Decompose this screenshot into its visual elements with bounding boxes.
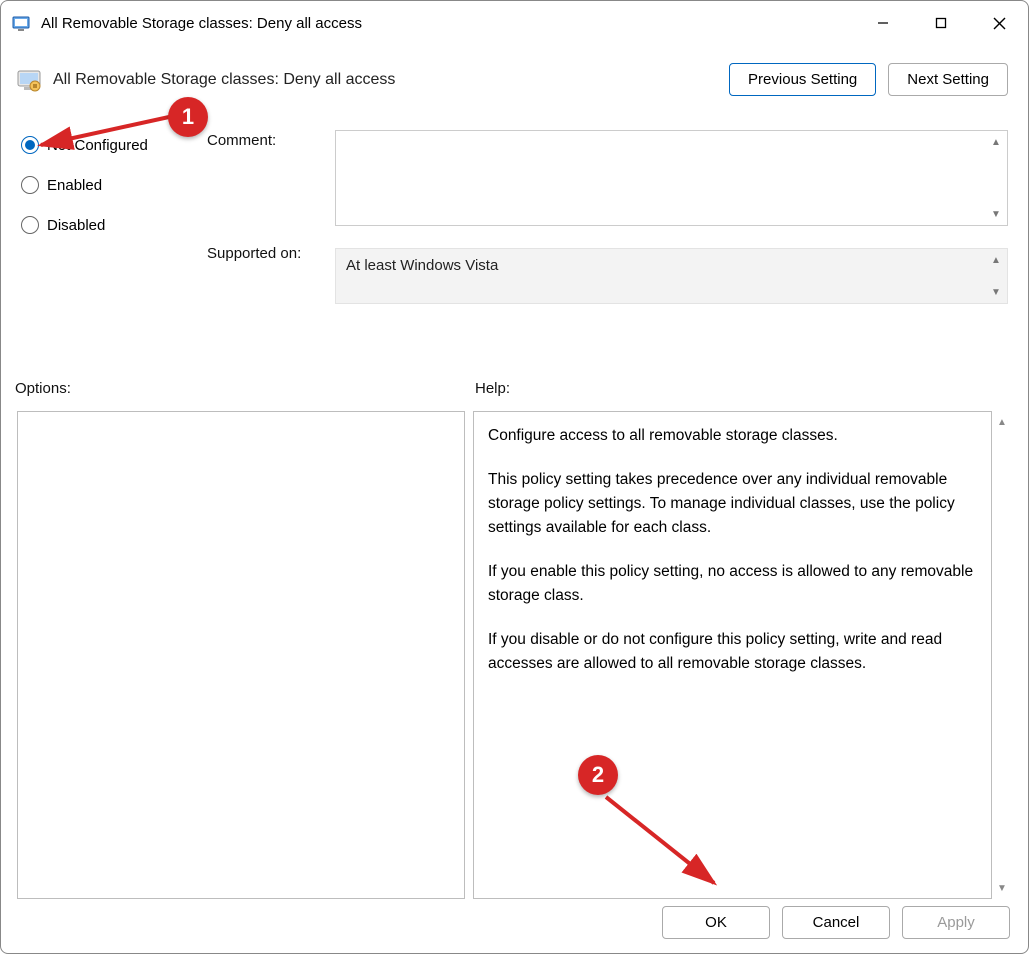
next-setting-button[interactable]: Next Setting [888, 63, 1008, 96]
help-paragraph: If you disable or do not configure this … [488, 628, 977, 676]
header-row: All Removable Storage classes: Deny all … [15, 63, 1014, 96]
annotation-callout-1: 1 [168, 97, 208, 137]
close-button[interactable] [970, 1, 1028, 45]
help-wrap: Configure access to all removable storag… [473, 411, 1012, 899]
apply-button[interactable]: Apply [902, 906, 1010, 939]
supported-on-label: Supported on: [207, 245, 335, 262]
form-fields-column: ▲ ▼ At least Windows Vista ▲ ▼ [335, 130, 1008, 352]
help-scrollbar[interactable]: ▲ ▼ [992, 411, 1012, 899]
radio-dot-icon [21, 216, 39, 234]
scroll-down-icon[interactable]: ▼ [993, 879, 1011, 897]
annotation-callout-2: 2 [578, 755, 618, 795]
scroll-up-icon[interactable]: ▲ [987, 133, 1005, 151]
form-labels-column: Comment: Supported on: [207, 130, 335, 352]
ok-button[interactable]: OK [662, 906, 770, 939]
scroll-down-icon[interactable]: ▼ [987, 205, 1005, 223]
help-panel: Configure access to all removable storag… [473, 411, 992, 899]
help-paragraph: If you enable this policy setting, no ac… [488, 560, 977, 608]
scroll-down-icon[interactable]: ▼ [987, 283, 1005, 301]
dialog-footer: OK Cancel Apply [662, 906, 1010, 939]
options-panel [17, 411, 465, 899]
panels-row: Configure access to all removable storag… [15, 411, 1014, 899]
maximize-button[interactable] [912, 1, 970, 45]
help-paragraph: This policy setting takes precedence ove… [488, 468, 977, 540]
policy-icon [15, 66, 43, 94]
radio-dot-icon [21, 136, 39, 154]
radio-label: Not Configured [47, 137, 148, 154]
scroll-up-icon[interactable]: ▲ [993, 413, 1011, 431]
content-area: All Removable Storage classes: Deny all … [1, 45, 1028, 899]
radio-enabled[interactable]: Enabled [21, 176, 207, 194]
dialog-window: All Removable Storage classes: Deny all … [0, 0, 1029, 954]
minimize-button[interactable] [854, 1, 912, 45]
scroll-up-icon[interactable]: ▲ [987, 251, 1005, 269]
nav-buttons: Previous Setting Next Setting [729, 63, 1008, 96]
window-controls [854, 1, 1028, 45]
previous-setting-button[interactable]: Previous Setting [729, 63, 876, 96]
radio-not-configured[interactable]: Not Configured [21, 136, 207, 154]
state-area: Not Configured Enabled Disabled Comment:… [15, 130, 1014, 352]
state-radio-group: Not Configured Enabled Disabled [21, 130, 207, 352]
app-icon [11, 13, 31, 33]
radio-disabled[interactable]: Disabled [21, 216, 207, 234]
supported-on-value: At least Windows Vista [346, 257, 498, 274]
options-section-label: Options: [15, 380, 475, 397]
radio-label: Disabled [47, 217, 105, 234]
window-title: All Removable Storage classes: Deny all … [41, 15, 362, 32]
help-section-label: Help: [475, 380, 510, 397]
titlebar: All Removable Storage classes: Deny all … [1, 1, 1028, 45]
section-labels: Options: Help: [15, 380, 1014, 397]
comment-label: Comment: [207, 132, 335, 149]
cancel-button[interactable]: Cancel [782, 906, 890, 939]
radio-dot-icon [21, 176, 39, 194]
radio-label: Enabled [47, 177, 102, 194]
policy-title: All Removable Storage classes: Deny all … [53, 71, 395, 89]
comment-textarea[interactable]: ▲ ▼ [335, 130, 1008, 226]
help-paragraph: Configure access to all removable storag… [488, 424, 977, 448]
supported-on-field: At least Windows Vista ▲ ▼ [335, 248, 1008, 304]
